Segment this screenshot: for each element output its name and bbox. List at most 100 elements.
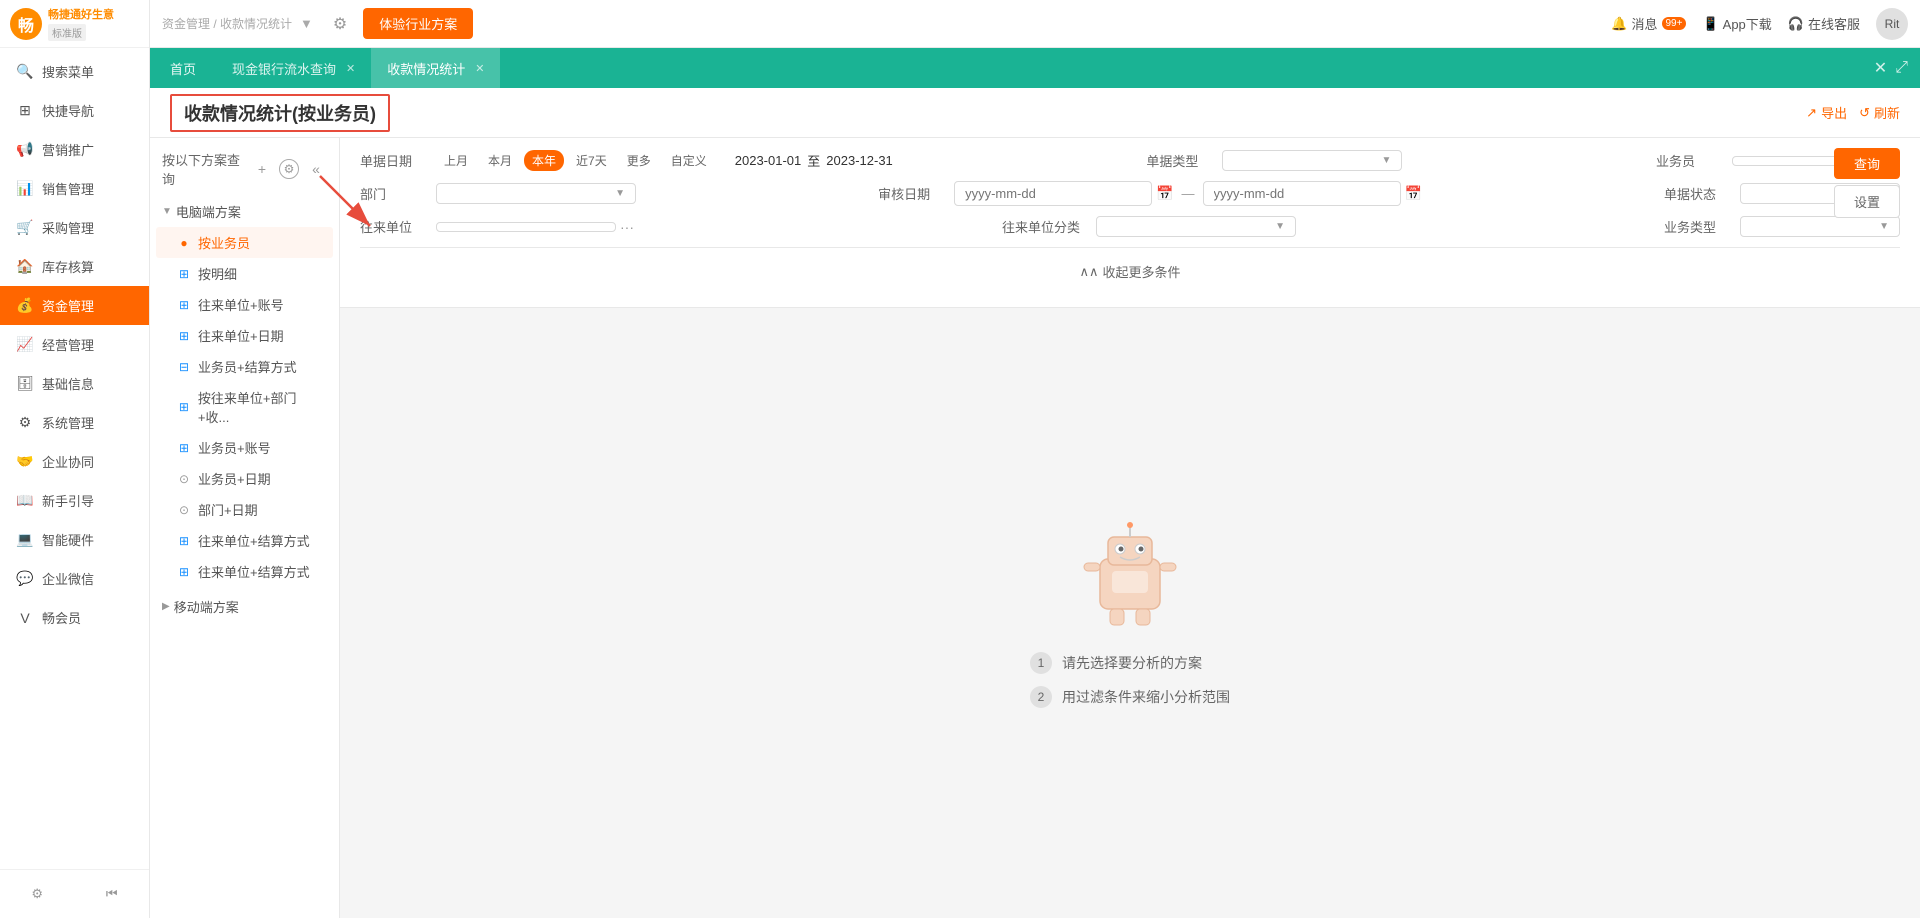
logo-icon: 畅 — [10, 8, 42, 40]
inventory-icon: 🏠 — [16, 258, 34, 276]
sidebar-item-wechat[interactable]: 💬 企业微信 — [0, 559, 149, 598]
sidebar-item-sysmanage[interactable]: ⚙ 系统管理 — [0, 403, 149, 442]
date-btn-more[interactable]: 更多 — [619, 150, 659, 171]
review-date-from-input[interactable] — [954, 181, 1152, 206]
logo-text: 畅捷通好生意 — [48, 6, 114, 22]
tree-item-unit-payment1[interactable]: ⊞ 往来单位+结算方式 — [156, 525, 333, 556]
refresh-label: 刷新 — [1874, 103, 1900, 122]
sidebar-item-cooperation[interactable]: 🤝 企业协同 — [0, 442, 149, 481]
filter-action-btns: 查询 设置 — [1834, 148, 1900, 218]
app-download-label: App下载 — [1723, 14, 1772, 33]
tree-item-salesman-payment[interactable]: ⊟ 业务员+结算方式 — [156, 351, 333, 382]
collapse-more-btn[interactable]: ∧∧ 收起更多条件 — [1079, 256, 1180, 287]
sidebar-item-search[interactable]: 🔍 搜索菜单 — [0, 52, 149, 91]
sidebar-item-finance[interactable]: 💰 资金管理 — [0, 286, 149, 325]
try-solution-btn[interactable]: 体验行业方案 — [363, 8, 473, 39]
review-date-to-input[interactable] — [1203, 181, 1401, 206]
settings-btn[interactable]: 设置 — [1834, 185, 1900, 218]
sidebar-item-marketing[interactable]: 📢 营销推广 — [0, 130, 149, 169]
dept-select[interactable]: ▼ — [436, 183, 636, 204]
tab-receivable-stats-close[interactable]: ✕ — [475, 62, 484, 75]
tree-item-dept-date[interactable]: ⊙ 部门+日期 — [156, 494, 333, 525]
online-service-label: 在线客服 — [1808, 14, 1860, 33]
sidebar-item-sales[interactable]: 📊 销售管理 — [0, 169, 149, 208]
tree-item-label-unit-date: 往来单位+日期 — [198, 326, 284, 345]
notification-badge: 99+ — [1662, 17, 1687, 30]
tab-home[interactable]: 首页 — [150, 59, 216, 78]
sidebar-item-label-newbie: 新手引导 — [42, 491, 94, 510]
sidebar-item-newbie[interactable]: 📖 新手引导 — [0, 481, 149, 520]
counterpart-select[interactable] — [436, 222, 616, 232]
tree-item-unit-date[interactable]: ⊞ 往来单位+日期 — [156, 320, 333, 351]
tree-item-unit-payment2[interactable]: ⊞ 往来单位+结算方式 — [156, 556, 333, 587]
tab-receivable-stats[interactable]: 收款情况统计 ✕ — [371, 48, 500, 88]
sidebar-item-operations[interactable]: 📈 经营管理 — [0, 325, 149, 364]
tree-item-unit-dept[interactable]: ⊞ 按往来单位+部门+收... — [156, 382, 333, 432]
date-btn-thismonth[interactable]: 本月 — [480, 150, 520, 171]
date-from: 2023-01-01 — [735, 153, 802, 168]
voucher-type-label: 单据类型 — [1146, 151, 1206, 170]
notification-btn[interactable]: 🔔 消息 99+ — [1611, 14, 1686, 33]
salesman-payment-icon: ⊟ — [176, 359, 192, 375]
sidebar-item-label-search: 搜索菜单 — [42, 62, 94, 81]
tree-item-salesman-date[interactable]: ⊙ 业务员+日期 — [156, 463, 333, 494]
sidebar-item-label-sales: 销售管理 — [42, 179, 94, 198]
voucher-type-select[interactable]: ▼ — [1222, 150, 1402, 171]
query-btn[interactable]: 查询 — [1834, 148, 1900, 179]
topbar-gear-btn[interactable]: ⚙ — [333, 14, 347, 34]
sidebar-item-quicknav[interactable]: ⊞ 快捷导航 — [0, 91, 149, 130]
tree-item-detail[interactable]: ⊞ 按明细 — [156, 258, 333, 289]
content-area: 按以下方案查询 + ⚙ « — [150, 138, 1920, 918]
business-type-select[interactable]: ▼ — [1740, 216, 1900, 237]
search-icon: 🔍 — [16, 63, 34, 81]
date-btn-lastmonth[interactable]: 上月 — [436, 150, 476, 171]
refresh-btn[interactable]: ↺ 刷新 — [1859, 103, 1900, 122]
tree-group-mobile-header[interactable]: ▶ 移动端方案 — [156, 591, 333, 622]
sidebar-item-member[interactable]: V 畅会员 — [0, 598, 149, 637]
date-range: 2023-01-01 至 2023-12-31 — [735, 151, 893, 170]
trial-btn[interactable]: 体验行业方案 — [363, 8, 473, 39]
tree-item-unit-account[interactable]: ⊞ 往来单位+账号 — [156, 289, 333, 320]
date-btn-thisyear[interactable]: 本年 — [524, 150, 564, 171]
review-date-to-cal-icon[interactable]: 📅 — [1405, 185, 1422, 202]
tree-group-mobile-arrow: ▶ — [162, 601, 170, 612]
sales-icon: 📊 — [16, 180, 34, 198]
purchase-icon: 🛒 — [16, 219, 34, 237]
sidebar-item-hardware[interactable]: 💻 智能硬件 — [0, 520, 149, 559]
tree-item-salesman-account[interactable]: ⊞ 业务员+账号 — [156, 432, 333, 463]
user-avatar[interactable]: Rit — [1876, 8, 1908, 40]
online-service-btn[interactable]: 🎧 在线客服 — [1788, 14, 1860, 33]
tab-maximize-icon[interactable]: ⤢ — [1895, 59, 1908, 77]
collapse-sidebar-btn[interactable]: ⏮ — [96, 878, 128, 910]
tab-bank-flow-close[interactable]: ✕ — [346, 62, 355, 75]
date-btn-custom[interactable]: 自定义 — [663, 150, 715, 171]
sidebar-item-label-purchase: 采购管理 — [42, 218, 94, 237]
add-scheme-btn[interactable]: + — [251, 158, 273, 180]
tree-item-by-salesman[interactable]: ● 按业务员 — [156, 227, 333, 258]
settings-footer-btn[interactable]: ⚙ — [21, 878, 53, 910]
review-date-from-cal-icon[interactable]: 📅 — [1156, 185, 1173, 202]
member-icon: V — [16, 609, 34, 627]
sidebar-item-inventory[interactable]: 🏠 库存核算 — [0, 247, 149, 286]
dept-arrow-icon: ▼ — [615, 188, 625, 199]
sidebar-item-purchase[interactable]: 🛒 采购管理 — [0, 208, 149, 247]
gear-scheme-btn[interactable]: ⚙ — [279, 159, 299, 179]
export-btn[interactable]: ↗ 导出 — [1806, 103, 1847, 122]
tree-item-label-unit-account: 往来单位+账号 — [198, 295, 284, 314]
tab-bank-flow[interactable]: 现金银行流水查询 ✕ — [216, 48, 371, 88]
top-bar: 资金管理 / 收款情况统计 ▼ ⚙ 体验行业方案 🔔 消息 99+ 📱 App下… — [150, 0, 1920, 48]
tab-bar: 首页 现金银行流水查询 ✕ 收款情况统计 ✕ ✕ ⤢ — [150, 48, 1920, 88]
counterpart-dots[interactable]: ··· — [620, 219, 634, 235]
counterpart-type-select[interactable]: ▼ — [1096, 216, 1296, 237]
date-btn-7days[interactable]: 近7天 — [568, 150, 615, 171]
salesman-account-icon: ⊞ — [176, 440, 192, 456]
cooperation-icon: 🤝 — [16, 453, 34, 471]
tree-group-desktop-header[interactable]: ▼ 电脑端方案 — [156, 196, 333, 227]
sidebar-item-basicinfo[interactable]: 🗄 基础信息 — [0, 364, 149, 403]
app-download-btn[interactable]: 📱 App下载 — [1702, 14, 1771, 33]
collapse-panel-btn[interactable]: « — [305, 158, 327, 180]
step2-num: 2 — [1030, 686, 1052, 708]
breadcrumb-dropdown-icon[interactable]: ▼ — [300, 16, 313, 31]
salesman-label: 业务员 — [1656, 151, 1716, 170]
tab-close-all-icon[interactable]: ✕ — [1874, 58, 1887, 78]
